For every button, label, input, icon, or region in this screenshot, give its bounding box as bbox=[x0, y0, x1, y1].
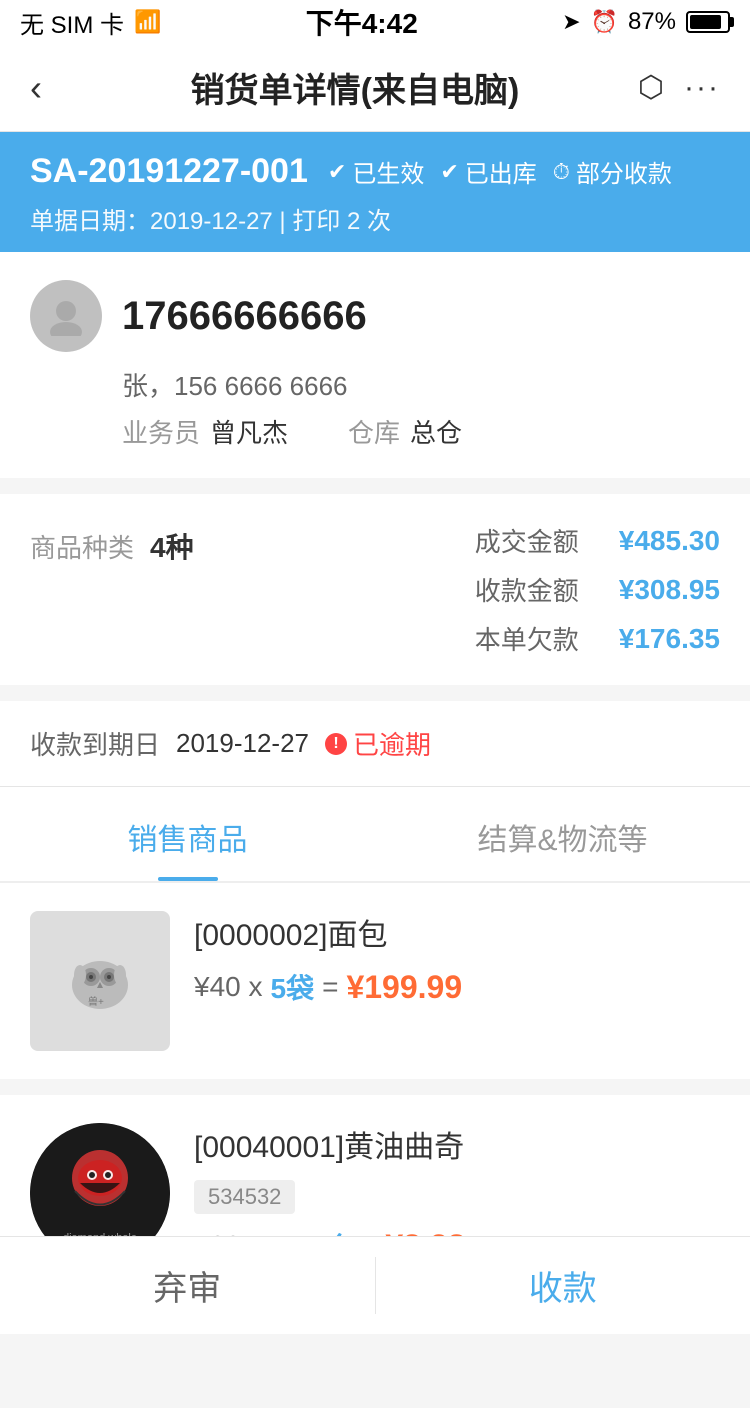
debt-label: 本单欠款 bbox=[475, 620, 579, 657]
status-tag-partial-payment: ⏱ 部分收款 bbox=[553, 154, 672, 189]
transaction-value: ¥485.30 bbox=[619, 525, 720, 557]
debt-value: ¥176.35 bbox=[619, 623, 720, 655]
battery-indicator bbox=[686, 11, 730, 33]
header-banner: SA-20191227-001 ✔ 已生效 ✔ 已出库 ⏱ 部分收款 单据日期：… bbox=[0, 132, 750, 252]
status-bar: 无 SIM 卡 📶 下午4:42 ➤ ⏰ 87% bbox=[0, 0, 750, 44]
status-tag-shipped: ✔ 已出库 bbox=[440, 154, 536, 189]
svg-text:兽+: 兽+ bbox=[88, 995, 104, 1008]
check-shipped-icon: ✔ bbox=[440, 159, 458, 185]
salesperson-value: 曾凡杰 bbox=[210, 413, 288, 450]
clock-icon: ⏱ bbox=[553, 159, 570, 185]
bottom-bar: 弃审 收款 bbox=[0, 1236, 750, 1334]
alarm-icon: ⏰ bbox=[591, 9, 618, 35]
overdue-label: 收款到期日 bbox=[30, 725, 160, 762]
bread-placeholder: 兽+ bbox=[30, 911, 170, 1051]
product-code-cookie: [00040001]黄油曲奇 bbox=[194, 1131, 464, 1164]
product-sku-cookie: 534532 bbox=[194, 1180, 295, 1214]
product-name-bread: [0000002]面包 bbox=[194, 915, 720, 957]
product-info-bread: [0000002]面包 ¥40 x 5袋 = ¥199.99 bbox=[194, 911, 720, 1007]
warehouse-value: 总仓 bbox=[410, 413, 462, 450]
cancel-review-button[interactable]: 弃审 bbox=[0, 1237, 375, 1334]
overdue-dot-icon: ! bbox=[325, 733, 347, 755]
more-icon[interactable]: ··· bbox=[684, 71, 720, 105]
category-label: 商品种类 bbox=[30, 528, 134, 565]
warehouse-label: 仓库 bbox=[348, 413, 400, 450]
debt-row: 本单欠款 ¥176.35 bbox=[475, 620, 720, 657]
back-button[interactable]: ‹ bbox=[30, 67, 90, 109]
product-list: 兽+ [0000002]面包 ¥40 x 5袋 = ¥199.99 bbox=[0, 883, 750, 1294]
warehouse-meta: 仓库 总仓 bbox=[348, 413, 462, 450]
nav-bar: ‹ 销货单详情(来自电脑) ⬡ ··· bbox=[0, 44, 750, 132]
order-id: SA-20191227-001 bbox=[30, 152, 308, 191]
status-time: 下午4:42 bbox=[306, 2, 418, 42]
payment-label: 收款金额 bbox=[475, 571, 579, 608]
customer-phone: 17666666666 bbox=[122, 294, 367, 339]
tab-sales-label: 销售商品 bbox=[128, 824, 248, 857]
bread-total: ¥199.99 bbox=[346, 969, 462, 1006]
banner-top: SA-20191227-001 ✔ 已生效 ✔ 已出库 ⏱ 部分收款 bbox=[30, 152, 720, 191]
customer-card: 17666666666 张，156 6666 6666 业务员 曾凡杰 仓库 总… bbox=[0, 252, 750, 478]
check-effective-icon: ✔ bbox=[328, 159, 346, 185]
summary-card: 商品种类 4种 成交金额 ¥485.30 收款金额 ¥308.95 本单欠款 ¥… bbox=[0, 494, 750, 685]
avatar bbox=[30, 280, 102, 352]
status-partial-label: 部分收款 bbox=[576, 154, 672, 189]
carrier-label: 无 SIM 卡 bbox=[20, 5, 124, 40]
bread-equals: = bbox=[322, 971, 338, 1003]
transaction-row: 成交金额 ¥485.30 bbox=[475, 522, 720, 559]
document-date: 单据日期：2019-12-27 | 打印 2 次 bbox=[30, 201, 720, 236]
salesperson-meta: 业务员 曾凡杰 bbox=[122, 413, 288, 450]
bread-qty-highlight: 5袋 bbox=[271, 967, 315, 1007]
status-effective-label: 已生效 bbox=[352, 154, 424, 189]
customer-name-phone: 张，156 6666 6666 bbox=[30, 366, 720, 403]
transaction-label: 成交金额 bbox=[475, 522, 579, 559]
overdue-bar: 收款到期日 2019-12-27 ! 已逾期 bbox=[0, 701, 750, 787]
category-info: 商品种类 4种 bbox=[30, 522, 194, 566]
battery-label: 87% bbox=[628, 8, 676, 36]
payment-value: ¥308.95 bbox=[619, 574, 720, 606]
category-count: 4种 bbox=[150, 526, 194, 566]
product-thumb-bread: 兽+ bbox=[30, 911, 170, 1051]
status-tags: ✔ 已生效 ✔ 已出库 ⏱ 部分收款 bbox=[328, 154, 672, 189]
status-tag-effective: ✔ 已生效 bbox=[328, 154, 424, 189]
product-name-cookie: [00040001]黄油曲奇 bbox=[194, 1127, 720, 1169]
product-code-bread: [0000002]面包 bbox=[194, 919, 387, 952]
wifi-icon: 📶 bbox=[134, 9, 161, 35]
overdue-text: 已逾期 bbox=[353, 725, 431, 762]
customer-top: 17666666666 bbox=[30, 280, 720, 352]
nav-right-actions: ⬡ ··· bbox=[620, 70, 720, 105]
collect-payment-button[interactable]: 收款 bbox=[376, 1237, 750, 1334]
bread-price: ¥40 x bbox=[194, 971, 263, 1003]
customer-meta: 业务员 曾凡杰 仓库 总仓 bbox=[30, 413, 720, 450]
page-title: 销货单详情(来自电脑) bbox=[90, 63, 620, 112]
financial-summary: 成交金额 ¥485.30 收款金额 ¥308.95 本单欠款 ¥176.35 bbox=[475, 522, 720, 657]
tab-sales-products[interactable]: 销售商品 bbox=[0, 787, 375, 881]
tab-settlement-logistics[interactable]: 结算&物流等 bbox=[375, 787, 750, 881]
product-tabs: 销售商品 结算&物流等 bbox=[0, 787, 750, 883]
overdue-badge: ! 已逾期 bbox=[325, 725, 431, 762]
product-price-bread: ¥40 x 5袋 = ¥199.99 bbox=[194, 967, 720, 1007]
status-right: ➤ ⏰ 87% bbox=[562, 8, 730, 36]
tab-settlement-label: 结算&物流等 bbox=[477, 824, 647, 857]
status-shipped-label: 已出库 bbox=[465, 154, 537, 189]
payment-row: 收款金额 ¥308.95 bbox=[475, 571, 720, 608]
salesperson-label: 业务员 bbox=[122, 413, 200, 450]
share-icon[interactable]: ⬡ bbox=[638, 70, 664, 105]
location-icon: ➤ bbox=[562, 9, 580, 35]
product-item: 兽+ [0000002]面包 ¥40 x 5袋 = ¥199.99 bbox=[0, 883, 750, 1079]
overdue-date: 2019-12-27 bbox=[176, 728, 309, 759]
status-left: 无 SIM 卡 📶 bbox=[20, 5, 161, 40]
